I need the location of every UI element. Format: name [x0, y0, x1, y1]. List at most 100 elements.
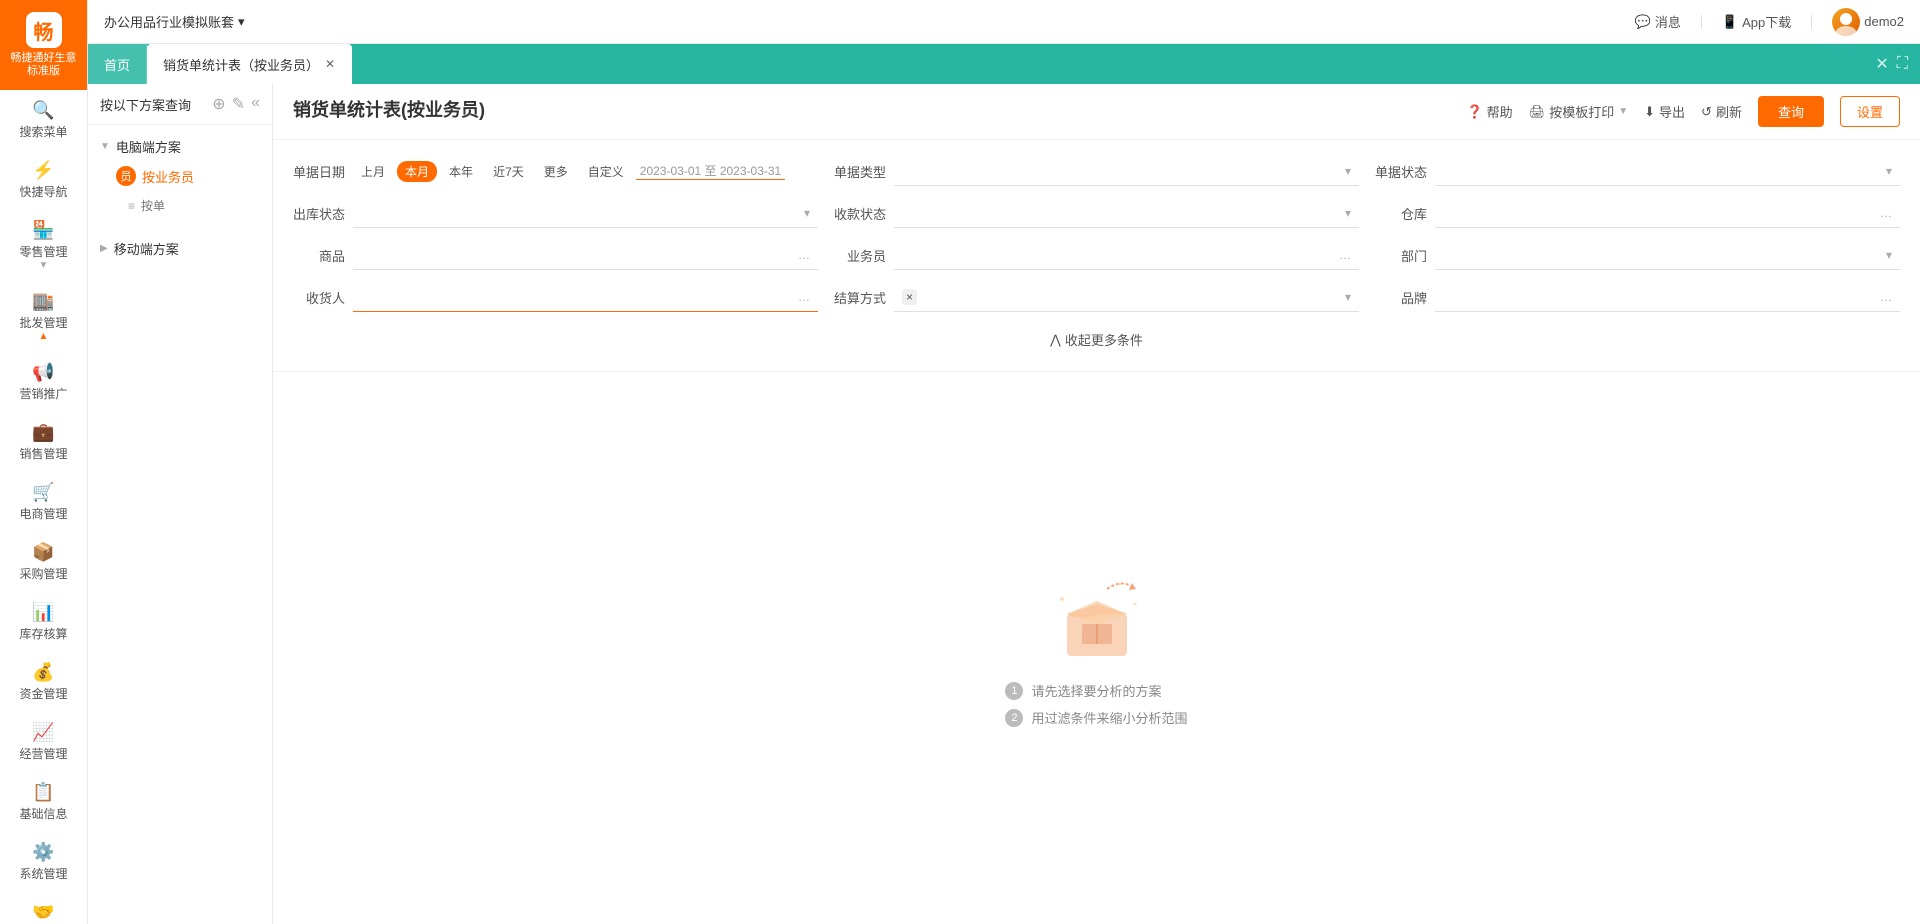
collapse-up-icon: ⋀ [1050, 332, 1061, 348]
sidebar-item-finance[interactable]: 💰 资金管理 [0, 652, 87, 712]
docstatus-input[interactable] [1443, 163, 1886, 178]
desktop-section-title[interactable]: ▼ 电脑端方案 [88, 133, 272, 160]
sidebar-item-basicinfo[interactable]: 📋 基础信息 [0, 772, 87, 832]
scheme-item-salesman[interactable]: 员 按业务员 [88, 160, 272, 192]
user-profile[interactable]: demo2 [1832, 8, 1904, 36]
tab-close-icon[interactable]: ✕ [325, 57, 335, 71]
date-tab-7days[interactable]: 近7天 [485, 161, 532, 182]
date-tab-thismonth[interactable]: 本月 [397, 161, 437, 182]
setting-button[interactable]: 设置 [1840, 96, 1900, 127]
add-scheme-icon[interactable]: ⊕ [212, 94, 225, 114]
salesman-input[interactable] [902, 247, 1339, 262]
sidebar-item-wholesale[interactable]: 🏬 批发管理 ▲ [0, 281, 87, 352]
sidebar-item-label: 资金管理 [19, 685, 67, 702]
payment-arrow-icon: ▾ [1345, 206, 1351, 220]
scheme-item-salesman-label: 按业务员 [142, 167, 194, 186]
query-form: 单据日期 上月 本月 本年 近7天 更多 自定义 2023-03-01 至 20… [273, 140, 1920, 372]
breadcrumb-dropdown[interactable]: 办公用品行业模拟账套 ▾ [104, 12, 245, 31]
tab-bar: 首页 销货单统计表（按业务员） ✕ ✕ ⛶ [88, 44, 1920, 84]
sidebar-item-retail[interactable]: 🏪 零售管理 ▼ [0, 210, 87, 281]
outbound-control[interactable]: ▾ [353, 198, 818, 228]
form-row-4: 收货人 … 结算方式 × ▾ [293, 282, 1900, 312]
doctype-input[interactable] [902, 163, 1345, 178]
header-right: 💬 消息 📱 App下载 demo2 [1635, 8, 1904, 36]
sidebar-item-inventory[interactable]: 📊 库存核算 [0, 592, 87, 652]
outbound-input[interactable] [361, 205, 804, 220]
sidebar-item-system[interactable]: ⚙️ 系统管理 [0, 832, 87, 892]
tab-close-all-icon[interactable]: ✕ [1875, 54, 1888, 74]
payment-control[interactable]: ▾ [894, 198, 1359, 228]
settlement-control[interactable]: × ▾ [894, 282, 1359, 312]
tab-sales-stat[interactable]: 销货单统计表（按业务员） ✕ [147, 44, 352, 84]
wholesale-icon: 🏬 [32, 291, 54, 312]
brand-field: 品牌 … [1375, 282, 1900, 312]
tab-fullscreen-icon[interactable]: ⛶ [1897, 55, 1908, 73]
print-action[interactable]: 🖨 按模板打印 ▼ [1529, 102, 1628, 121]
product-field: 商品 … [293, 240, 818, 270]
sidebar-item-label: 电商管理 [19, 505, 67, 522]
sidebar-item-label: 零售管理 [19, 243, 67, 260]
header-divider2 [1811, 15, 1812, 29]
settlement-label: 结算方式 [834, 288, 886, 307]
mobile-section-title[interactable]: ▶ 移动端方案 [88, 235, 272, 262]
outbound-arrow-icon: ▾ [804, 206, 810, 220]
sidebar-item-operations[interactable]: 📈 经营管理 [0, 712, 87, 772]
receiver-input[interactable] [361, 289, 798, 304]
page-actions: ❓ 帮助 🖨 按模板打印 ▼ ⬇ 导出 ↺ 刷新 [1466, 96, 1900, 139]
department-control[interactable]: ▾ [1435, 240, 1900, 270]
doctype-control[interactable]: ▾ [894, 156, 1359, 186]
sidebar-logo[interactable]: 畅 畅捷通好生意标准版 [0, 0, 88, 90]
salesman-control[interactable]: … [894, 240, 1359, 270]
tab-home[interactable]: 首页 [88, 44, 147, 84]
sidebar: 畅 畅捷通好生意标准版 🔍 搜索菜单 ⚡ 快捷导航 🏪 零售管理 ▼ 🏬 批发管… [0, 0, 88, 924]
payment-input[interactable] [902, 205, 1345, 220]
export-action[interactable]: ⬇ 导出 [1644, 102, 1685, 121]
receiver-control[interactable]: … [353, 282, 818, 312]
docstatus-control[interactable]: ▾ [1435, 156, 1900, 186]
sidebar-item-ecommerce[interactable]: 🛒 电商管理 [0, 472, 87, 532]
message-action[interactable]: 💬 消息 [1635, 12, 1681, 31]
quicknav-icon: ⚡ [32, 160, 54, 181]
brand-input[interactable] [1443, 289, 1880, 304]
brand-control[interactable]: … [1435, 282, 1900, 312]
date-range-text: 2023-03-01 至 2023-03-31 [636, 162, 785, 180]
settlement-arrow-icon: ▾ [1345, 290, 1351, 304]
query-button[interactable]: 查询 [1758, 96, 1824, 127]
help-action[interactable]: ❓ 帮助 [1466, 102, 1512, 121]
sidebar-item-sales[interactable]: 💼 销售管理 [0, 412, 87, 472]
warehouse-control[interactable]: … [1435, 198, 1900, 228]
sidebar-item-label: 销售管理 [19, 445, 67, 462]
app-download-icon: 📱 [1722, 14, 1738, 30]
app-download-action[interactable]: 📱 App下载 [1722, 12, 1791, 31]
warehouse-more-icon: … [1880, 206, 1892, 220]
sidebar-item-search[interactable]: 🔍 搜索菜单 [0, 90, 87, 150]
doctype-label: 单据类型 [834, 162, 886, 181]
warehouse-input[interactable] [1443, 205, 1880, 220]
scheme-sub-item-order[interactable]: ≡ 按单 [88, 192, 272, 219]
sidebar-item-purchase[interactable]: 📦 采购管理 [0, 532, 87, 592]
sidebar-item-quicknav[interactable]: ⚡ 快捷导航 [0, 150, 87, 210]
product-label: 商品 [293, 246, 345, 265]
date-tab-custom[interactable]: 自定义 [580, 161, 632, 182]
date-tab-lastmonth[interactable]: 上月 [353, 161, 393, 182]
refresh-icon: ↺ [1701, 104, 1712, 120]
sidebar-item-cooperation[interactable]: 🤝 企业协同 [0, 892, 87, 924]
collapse-button[interactable]: ⋀ 收起更多条件 [1050, 324, 1143, 355]
system-icon: ⚙️ [32, 842, 54, 863]
top-header: 办公用品行业模拟账套 ▾ 💬 消息 📱 App下载 demo2 [88, 0, 1920, 44]
date-tab-more[interactable]: 更多 [536, 161, 576, 182]
print-label: 按模板打印 [1549, 102, 1614, 121]
department-input[interactable] [1443, 247, 1886, 262]
product-control[interactable]: … [353, 240, 818, 270]
date-tab-thisyear[interactable]: 本年 [441, 161, 481, 182]
refresh-action[interactable]: ↺ 刷新 [1701, 102, 1742, 121]
desktop-scheme-section: ▼ 电脑端方案 员 按业务员 ≡ 按单 [88, 125, 272, 227]
logo-icon: 畅 [26, 12, 62, 48]
product-input[interactable] [361, 247, 798, 262]
search-icon: 🔍 [32, 100, 54, 121]
sidebar-item-label: 库存核算 [19, 625, 67, 642]
ecommerce-icon: 🛒 [32, 482, 54, 503]
collapse-panel-icon[interactable]: « [251, 94, 260, 114]
sidebar-item-marketing[interactable]: 📢 营销推广 [0, 352, 87, 412]
edit-scheme-icon[interactable]: ✎ [232, 94, 245, 114]
